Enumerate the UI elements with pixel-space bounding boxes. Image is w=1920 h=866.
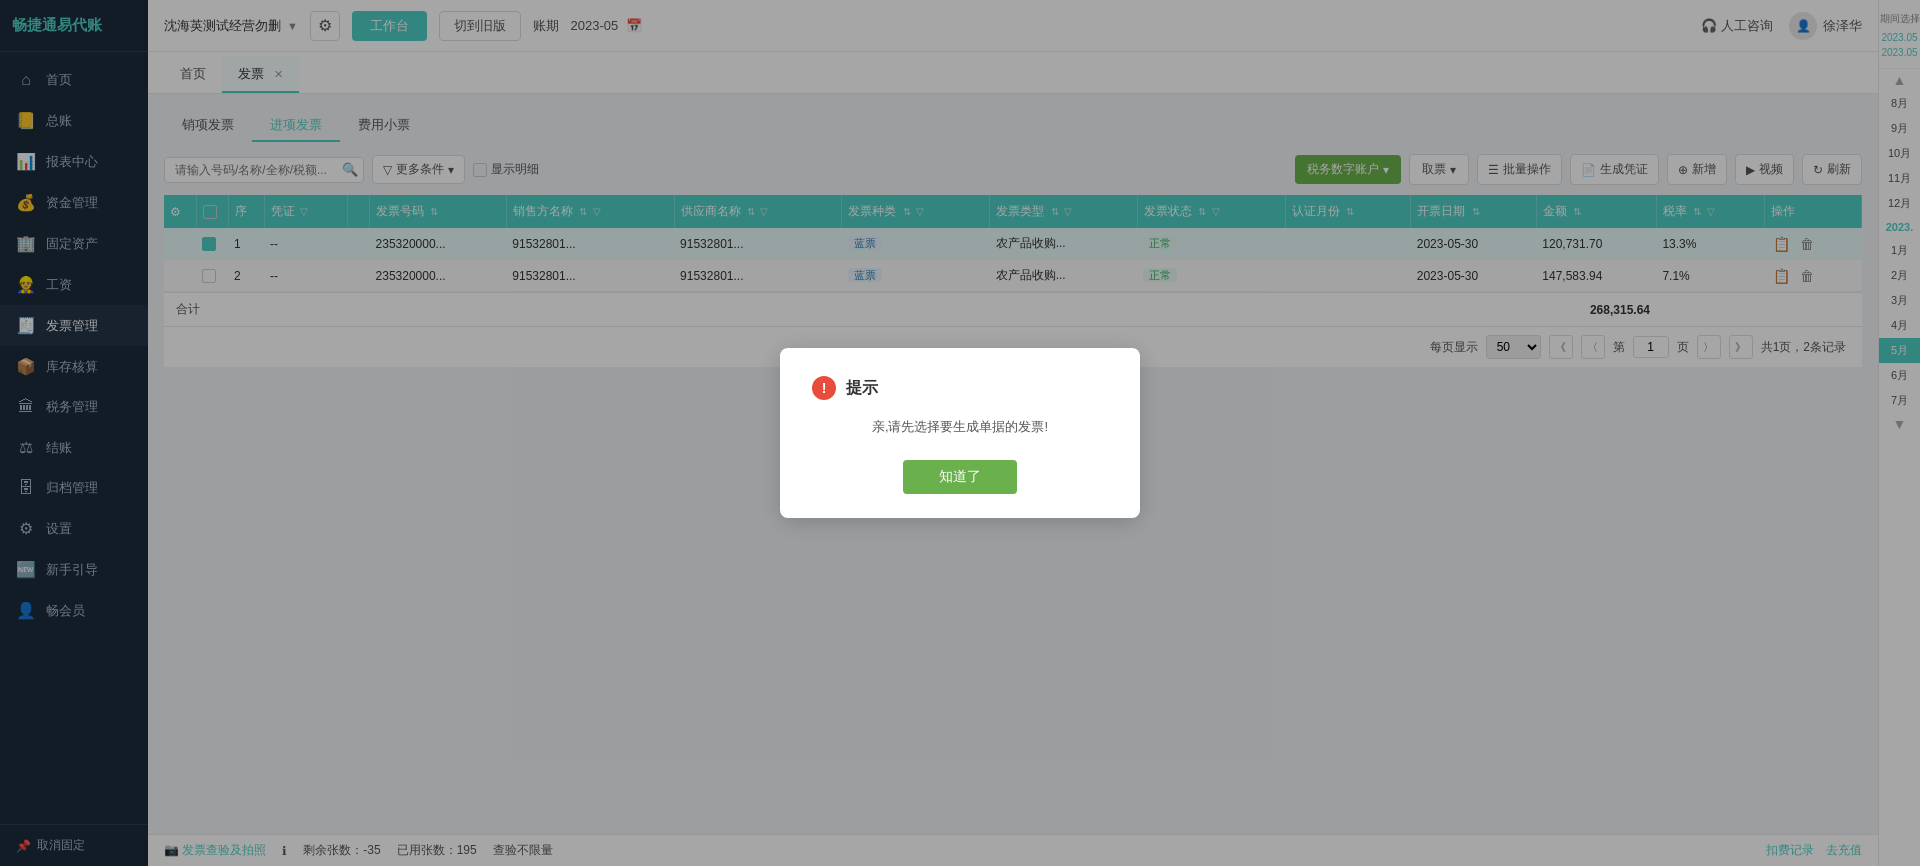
modal-box: ! 提示 亲,请先选择要生成单据的发票! 知道了 bbox=[780, 348, 1140, 518]
modal-confirm-button[interactable]: 知道了 bbox=[903, 460, 1017, 494]
modal-title: 提示 bbox=[846, 378, 878, 399]
modal-title-row: ! 提示 bbox=[812, 376, 1108, 400]
modal-overlay: ! 提示 亲,请先选择要生成单据的发票! 知道了 bbox=[0, 0, 1920, 866]
modal-warning-icon: ! bbox=[812, 376, 836, 400]
modal-body: 亲,请先选择要生成单据的发票! bbox=[812, 418, 1108, 436]
